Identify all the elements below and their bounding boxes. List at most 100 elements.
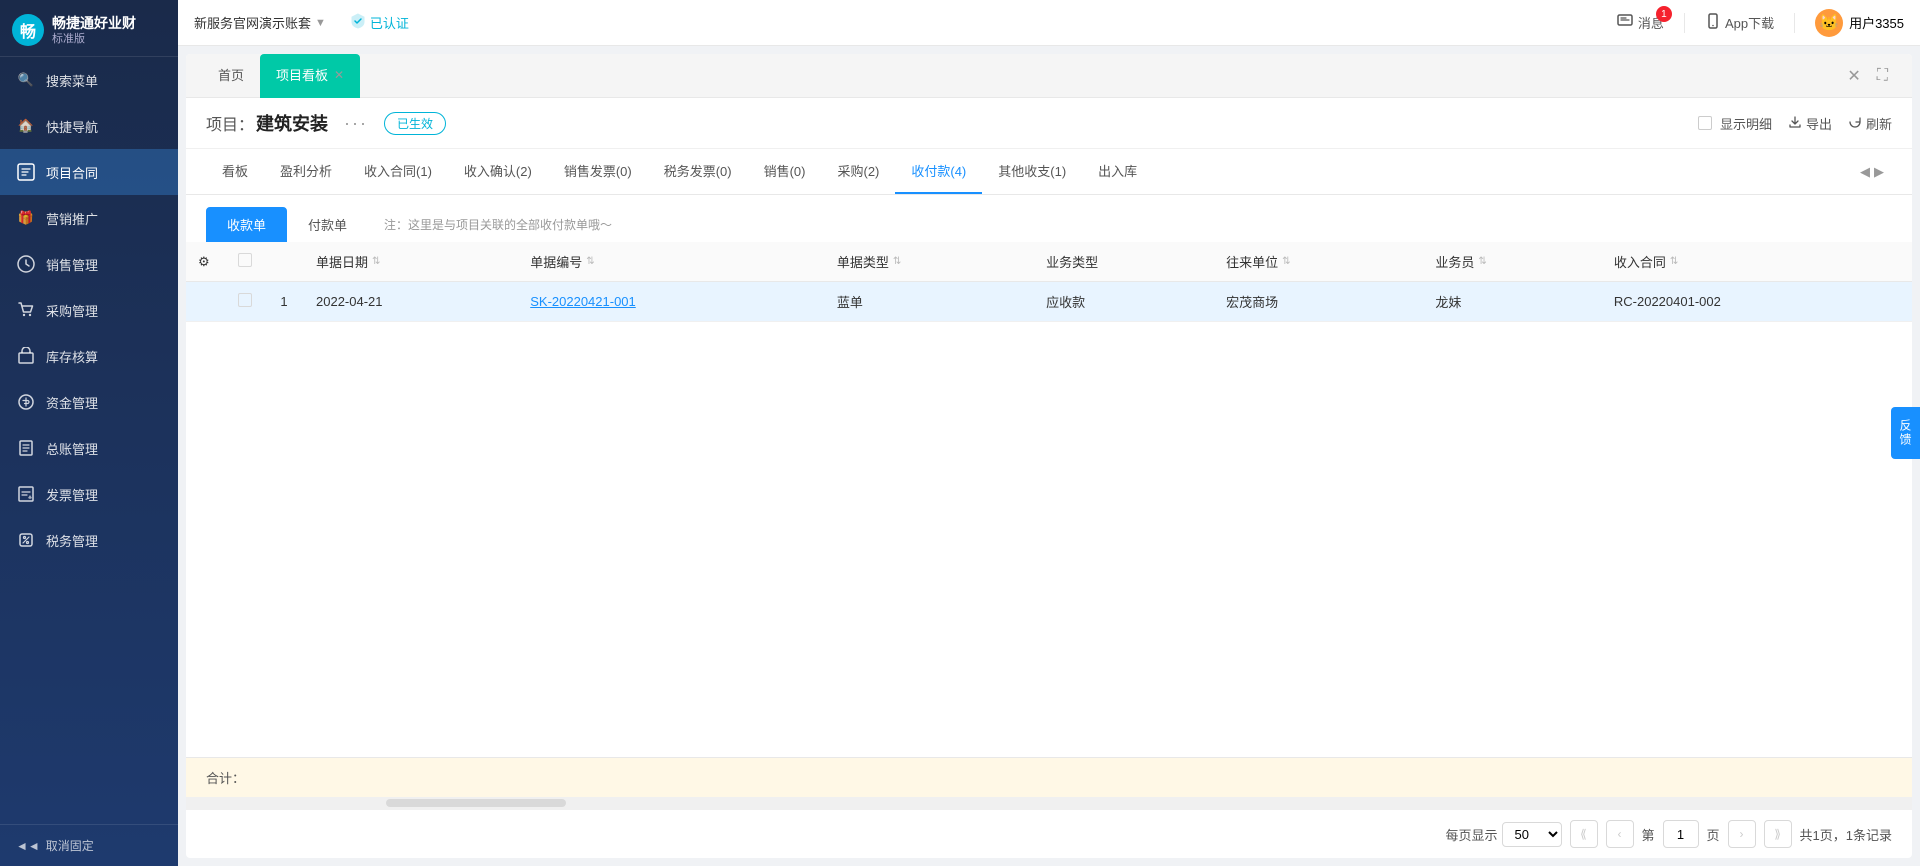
sidebar-item-label: 项目合同: [46, 163, 98, 182]
next-page-button[interactable]: ›: [1728, 820, 1756, 848]
sort-icon[interactable]: ⇅: [586, 256, 594, 267]
tab-close-icon[interactable]: ✕: [334, 68, 344, 82]
sub-tab-income-confirm[interactable]: 收入确认(2): [448, 149, 548, 194]
select-all-checkbox[interactable]: [238, 253, 252, 267]
sort-icon[interactable]: ⇅: [1282, 256, 1290, 267]
table-container: ⚙ 单据日期 ⇅: [186, 242, 1912, 757]
sub-tab-sales[interactable]: 销售(0): [748, 149, 822, 194]
row-code[interactable]: SK-20220421-001: [518, 282, 825, 322]
message-button[interactable]: 消息 1: [1616, 12, 1664, 33]
chevron-left-icon[interactable]: ◀: [1860, 164, 1870, 180]
inner-tab-payment[interactable]: 付款单: [287, 207, 368, 242]
data-table: ⚙ 单据日期 ⇅: [186, 242, 1912, 322]
sort-icon[interactable]: ⇅: [1478, 256, 1486, 267]
page-number-input[interactable]: [1663, 820, 1699, 848]
sort-icon[interactable]: ⇅: [893, 256, 901, 267]
sub-tab-other[interactable]: 其他收支(1): [982, 149, 1082, 194]
sub-tab-profit[interactable]: 盈利分析: [264, 149, 348, 194]
app-logo-icon: 畅: [12, 14, 44, 46]
inner-tab-note: 注：这里是与项目关联的全部收付款单哦～: [384, 216, 612, 233]
last-page-button[interactable]: ⟫: [1764, 820, 1792, 848]
first-page-button[interactable]: ⟪: [1570, 820, 1598, 848]
th-settings[interactable]: ⚙: [186, 242, 226, 282]
close-window-button[interactable]: ✕: [1843, 62, 1864, 90]
sub-tab-inout[interactable]: 出入库: [1082, 149, 1153, 194]
more-options-icon[interactable]: ···: [344, 113, 368, 134]
per-page-select[interactable]: 50 100 200: [1502, 822, 1562, 847]
app-download-button[interactable]: App下载: [1705, 13, 1774, 32]
sidebar-item-quicknav[interactable]: 🏠 快捷导航: [0, 103, 178, 149]
tab-bar: 首页 项目看板 ✕ ✕ ⛶: [186, 54, 1912, 98]
sidebar-item-tax[interactable]: 税务管理: [0, 517, 178, 563]
project-actions: 显示明细 导出 刷新: [1698, 114, 1892, 133]
sort-icon[interactable]: ⇅: [372, 256, 380, 267]
sidebar-item-purchase[interactable]: 采购管理: [0, 287, 178, 333]
shield-icon: [350, 13, 366, 32]
row-contract: RC-20220401-002: [1602, 282, 1912, 322]
pagination-bar: 每页显示 50 100 200 ⟪ ‹ 第 页 › ⟫ 共1页，1条记录: [186, 809, 1912, 858]
th-contract[interactable]: 收入合同 ⇅: [1602, 242, 1912, 282]
sidebar-item-search[interactable]: 🔍 搜索菜单: [0, 57, 178, 103]
cancel-pin-button[interactable]: ◄◄ 取消固定: [0, 824, 178, 866]
ledger-icon: [16, 438, 36, 458]
th-date[interactable]: 单据日期 ⇅: [304, 242, 518, 282]
invoice-icon: [16, 484, 36, 504]
sidebar-item-invoice[interactable]: 发票管理: [0, 471, 178, 517]
row-select-checkbox[interactable]: [238, 293, 252, 307]
gift-icon: 🎁: [16, 208, 36, 228]
inner-tabs-bar: 收款单 付款单 注：这里是与项目关联的全部收付款单哦～: [186, 195, 1912, 242]
sidebar-item-label: 发票管理: [46, 485, 98, 504]
export-button[interactable]: 导出: [1788, 114, 1832, 133]
certified-badge: 已认证: [350, 13, 409, 32]
sidebar-item-inventory[interactable]: 库存核算: [0, 333, 178, 379]
refresh-icon: [1848, 115, 1862, 132]
sidebar-item-finance[interactable]: 资金管理: [0, 379, 178, 425]
sidebar-item-marketing[interactable]: 🎁 营销推广: [0, 195, 178, 241]
divider: [1684, 13, 1685, 33]
row-salesman: 龙妹: [1423, 282, 1602, 322]
sub-tab-purchase[interactable]: 采购(2): [821, 149, 895, 194]
sub-tab-payment[interactable]: 收付款(4): [895, 149, 982, 194]
sub-tab-kanban[interactable]: 看板: [206, 149, 264, 194]
sub-tabs-nav[interactable]: ◀ ▶: [1852, 164, 1892, 180]
chevron-right-icon[interactable]: ▶: [1874, 164, 1884, 180]
th-salesman[interactable]: 业务员 ⇅: [1423, 242, 1602, 282]
tab-home[interactable]: 首页: [202, 54, 260, 98]
pagination-total: 共1页，1条记录: [1800, 825, 1892, 844]
account-selector[interactable]: 新服务官网演示账套 ▼: [194, 13, 326, 32]
horizontal-scrollbar[interactable]: [186, 797, 1912, 809]
sidebar-nav: 🔍 搜索菜单 🏠 快捷导航 项目合同 🎁 营销推广 销售管理: [0, 57, 178, 824]
box-icon: [16, 346, 36, 366]
sidebar-item-project[interactable]: 项目合同: [0, 149, 178, 195]
row-index: 1: [264, 282, 304, 322]
th-partner[interactable]: 往来单位 ⇅: [1214, 242, 1423, 282]
th-type[interactable]: 单据类型 ⇅: [825, 242, 1034, 282]
tax-icon: [16, 530, 36, 550]
row-checkbox[interactable]: [226, 282, 264, 322]
sub-tab-sales-invoice[interactable]: 销售发票(0): [548, 149, 648, 194]
inner-tab-receipt[interactable]: 收款单: [206, 207, 287, 242]
sidebar-item-label: 营销推广: [46, 209, 98, 228]
home-icon: 🏠: [16, 116, 36, 136]
sub-tabs: 看板 盈利分析 收入合同(1) 收入确认(2) 销售发票(0) 税务发票(0) …: [186, 149, 1912, 195]
sub-tab-tax-invoice[interactable]: 税务发票(0): [648, 149, 748, 194]
scrollbar-thumb[interactable]: [386, 799, 566, 807]
sidebar-item-ledger[interactable]: 总账管理: [0, 425, 178, 471]
user-menu[interactable]: 🐱 用户3355: [1815, 9, 1904, 37]
project-icon: [16, 162, 36, 182]
sub-tab-income-contract[interactable]: 收入合同(1): [348, 149, 448, 194]
refresh-button[interactable]: 刷新: [1848, 114, 1892, 133]
avatar: 🐱: [1815, 9, 1843, 37]
th-code[interactable]: 单据编号 ⇅: [518, 242, 825, 282]
prev-page-button[interactable]: ‹: [1606, 820, 1634, 848]
table-row[interactable]: 1 2022-04-21 SK-20220421-001 蓝单 应收款 宏茂商场…: [186, 282, 1912, 322]
feedback-button[interactable]: 反馈: [1891, 407, 1920, 459]
sort-icon[interactable]: ⇅: [1670, 256, 1678, 267]
show-detail-toggle[interactable]: 显示明细: [1698, 114, 1772, 133]
sidebar-item-sales[interactable]: 销售管理: [0, 241, 178, 287]
tab-project-kanban[interactable]: 项目看板 ✕: [260, 54, 360, 98]
topbar: 新服务官网演示账套 ▼ 已认证 消息 1: [178, 0, 1920, 46]
maximize-window-button[interactable]: ⛶: [1873, 63, 1892, 89]
th-checkbox[interactable]: [226, 242, 264, 282]
sidebar-item-label: 搜索菜单: [46, 71, 98, 90]
